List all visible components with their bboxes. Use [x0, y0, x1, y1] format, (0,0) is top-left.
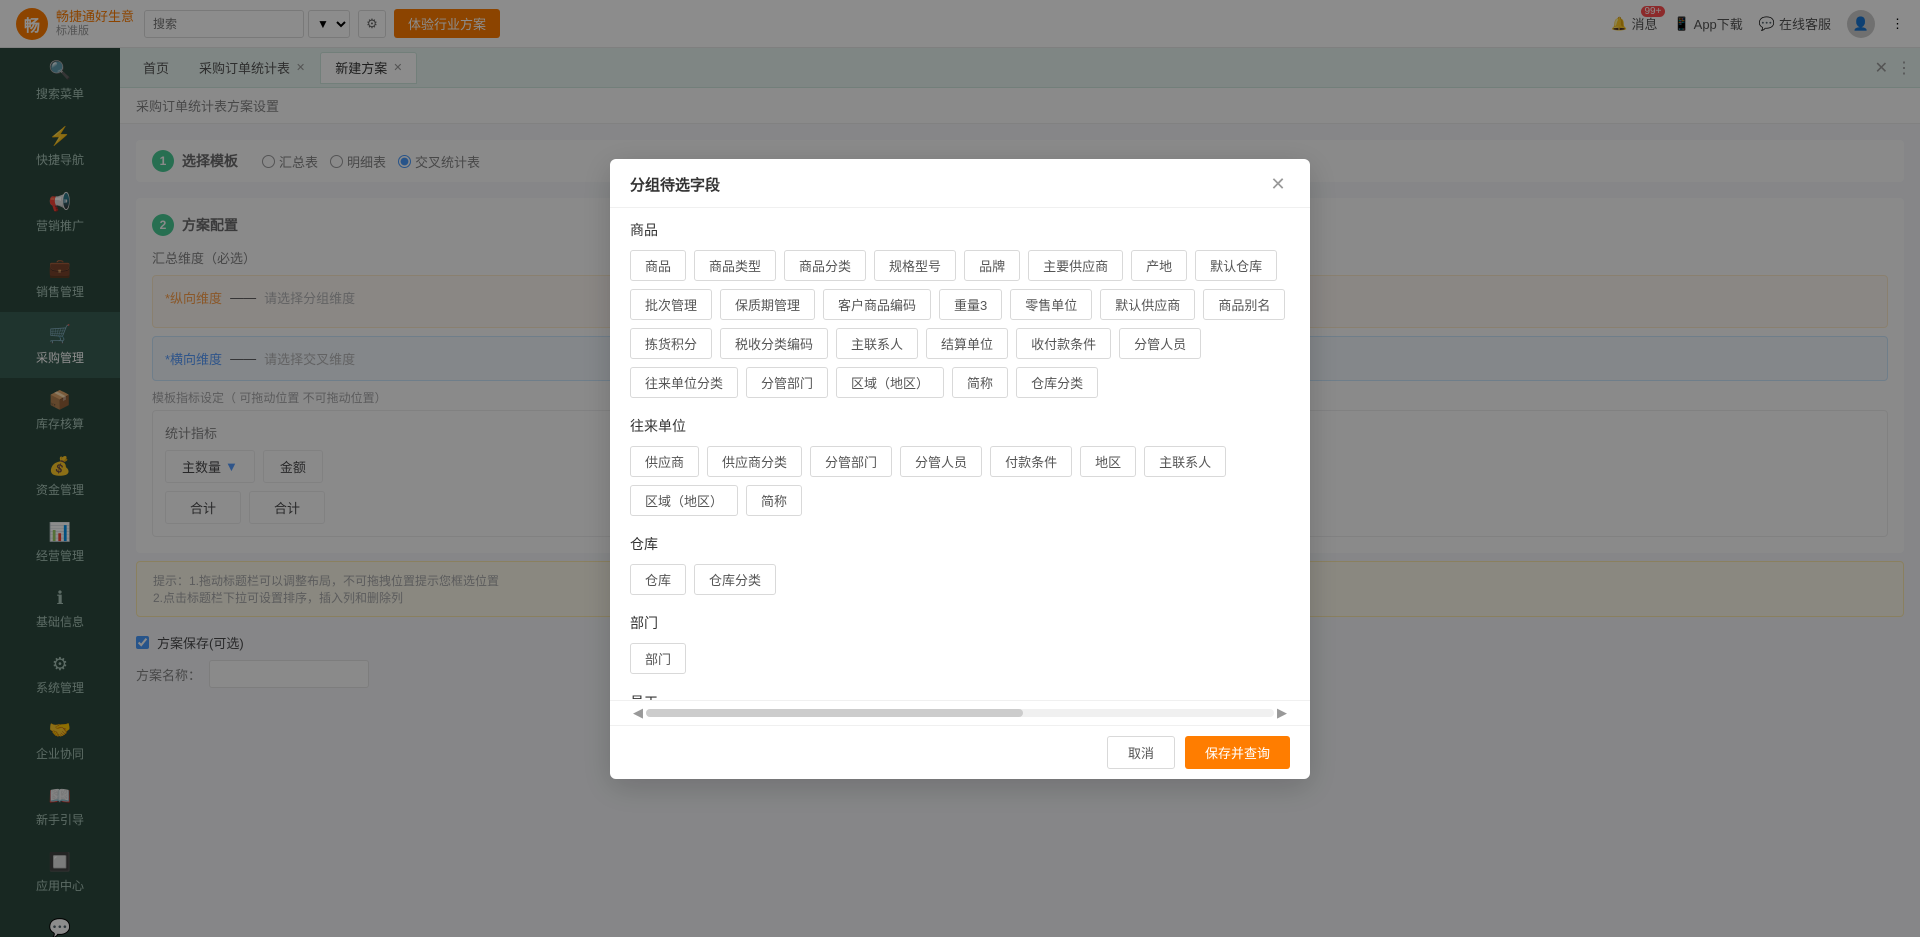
field-group-department-title: 部门 — [630, 613, 1290, 633]
modal-field-selector: 分组待选字段 ✕ 商品 商品 商品类型 商品分类 规格型号 品牌 主要供应商 产… — [610, 159, 1310, 779]
field-tag-customer-code[interactable]: 客户商品编码 — [823, 289, 931, 320]
hscroll-right-btn[interactable]: ▶ — [1274, 705, 1290, 721]
field-tag-department[interactable]: 部门 — [630, 643, 686, 674]
field-tag-partner-short-name[interactable]: 简称 — [746, 485, 802, 516]
field-tag-payment-condition[interactable]: 付款条件 — [990, 446, 1072, 477]
field-tag-spec-model[interactable]: 规格型号 — [874, 250, 956, 281]
field-group-partner-title: 往来单位 — [630, 416, 1290, 436]
field-tag-product-type[interactable]: 商品类型 — [694, 250, 776, 281]
field-tag-main-supplier[interactable]: 主要供应商 — [1028, 250, 1123, 281]
field-group-product-title: 商品 — [630, 220, 1290, 240]
field-tag-pick-points[interactable]: 拣货积分 — [630, 328, 712, 359]
field-group-employee-title: 员工 — [630, 692, 1290, 700]
field-group-department: 部门 部门 — [630, 613, 1290, 674]
field-tag-partner-contact[interactable]: 主联系人 — [1144, 446, 1226, 477]
field-tag-settlement-unit[interactable]: 结算单位 — [926, 328, 1008, 359]
field-group-product: 商品 商品 商品类型 商品分类 规格型号 品牌 主要供应商 产地 默认仓库 批次… — [630, 220, 1290, 398]
field-tag-main-contact[interactable]: 主联系人 — [836, 328, 918, 359]
field-tag-batch-mgmt[interactable]: 批次管理 — [630, 289, 712, 320]
hscroll-thumb — [646, 709, 1023, 717]
field-tag-tax-code[interactable]: 税收分类编码 — [720, 328, 828, 359]
field-tag-default-supplier[interactable]: 默认供应商 — [1100, 289, 1195, 320]
field-tag-partner-region[interactable]: 区域（地区） — [630, 485, 738, 516]
modal-title: 分组待选字段 — [630, 174, 720, 195]
field-tag-short-name[interactable]: 简称 — [952, 367, 1008, 398]
field-tag-retail-unit[interactable]: 零售单位 — [1010, 289, 1092, 320]
field-tag-alias[interactable]: 商品别名 — [1203, 289, 1285, 320]
modal-header: 分组待选字段 ✕ — [610, 159, 1310, 208]
field-tag-product[interactable]: 商品 — [630, 250, 686, 281]
field-tags-department: 部门 — [630, 643, 1290, 674]
field-group-employee: 员工 业务员 — [630, 692, 1290, 700]
modal-overlay: 分组待选字段 ✕ 商品 商品 商品类型 商品分类 规格型号 品牌 主要供应商 产… — [0, 0, 1920, 937]
field-tag-brand[interactable]: 品牌 — [964, 250, 1020, 281]
field-tag-area[interactable]: 地区 — [1080, 446, 1136, 477]
modal-save-button[interactable]: 保存并查询 — [1185, 736, 1290, 769]
field-tag-payment-terms[interactable]: 收付款条件 — [1016, 328, 1111, 359]
modal-footer: 取消 保存并查询 — [610, 725, 1310, 779]
field-tag-supplier-category[interactable]: 供应商分类 — [707, 446, 802, 477]
field-tag-default-warehouse[interactable]: 默认仓库 — [1195, 250, 1277, 281]
field-tag-product-category[interactable]: 商品分类 — [784, 250, 866, 281]
field-group-partner: 往来单位 供应商 供应商分类 分管部门 分管人员 付款条件 地区 主联系人 区域… — [630, 416, 1290, 516]
field-tag-warehouse[interactable]: 仓库 — [630, 564, 686, 595]
hscroll-left-btn[interactable]: ◀ — [630, 705, 646, 721]
field-tag-manager[interactable]: 分管人员 — [1119, 328, 1201, 359]
field-tag-expiry-mgmt[interactable]: 保质期管理 — [720, 289, 815, 320]
field-tag-region[interactable]: 区域（地区） — [836, 367, 944, 398]
field-tags-partner: 供应商 供应商分类 分管部门 分管人员 付款条件 地区 主联系人 区域（地区） … — [630, 446, 1290, 516]
modal-close-button[interactable]: ✕ — [1266, 173, 1290, 197]
modal-hscroll: ◀ ▶ — [610, 700, 1310, 725]
field-tag-warehouse-cat[interactable]: 仓库分类 — [694, 564, 776, 595]
modal-cancel-button[interactable]: 取消 — [1107, 736, 1175, 769]
modal-body: 商品 商品 商品类型 商品分类 规格型号 品牌 主要供应商 产地 默认仓库 批次… — [610, 208, 1310, 700]
field-tag-partner-dept[interactable]: 分管部门 — [810, 446, 892, 477]
field-tags-product: 商品 商品类型 商品分类 规格型号 品牌 主要供应商 产地 默认仓库 批次管理 … — [630, 250, 1290, 398]
hscroll-bar[interactable] — [646, 709, 1274, 717]
field-tag-warehouse-category[interactable]: 仓库分类 — [1016, 367, 1098, 398]
field-tags-warehouse: 仓库 仓库分类 — [630, 564, 1290, 595]
field-group-warehouse: 仓库 仓库 仓库分类 — [630, 534, 1290, 595]
field-tag-partner-manager[interactable]: 分管人员 — [900, 446, 982, 477]
field-tag-supplier[interactable]: 供应商 — [630, 446, 699, 477]
field-tag-weight[interactable]: 重量3 — [939, 289, 1002, 320]
field-tag-origin[interactable]: 产地 — [1131, 250, 1187, 281]
field-tag-partner-category[interactable]: 往来单位分类 — [630, 367, 738, 398]
field-tag-dept[interactable]: 分管部门 — [746, 367, 828, 398]
field-group-warehouse-title: 仓库 — [630, 534, 1290, 554]
